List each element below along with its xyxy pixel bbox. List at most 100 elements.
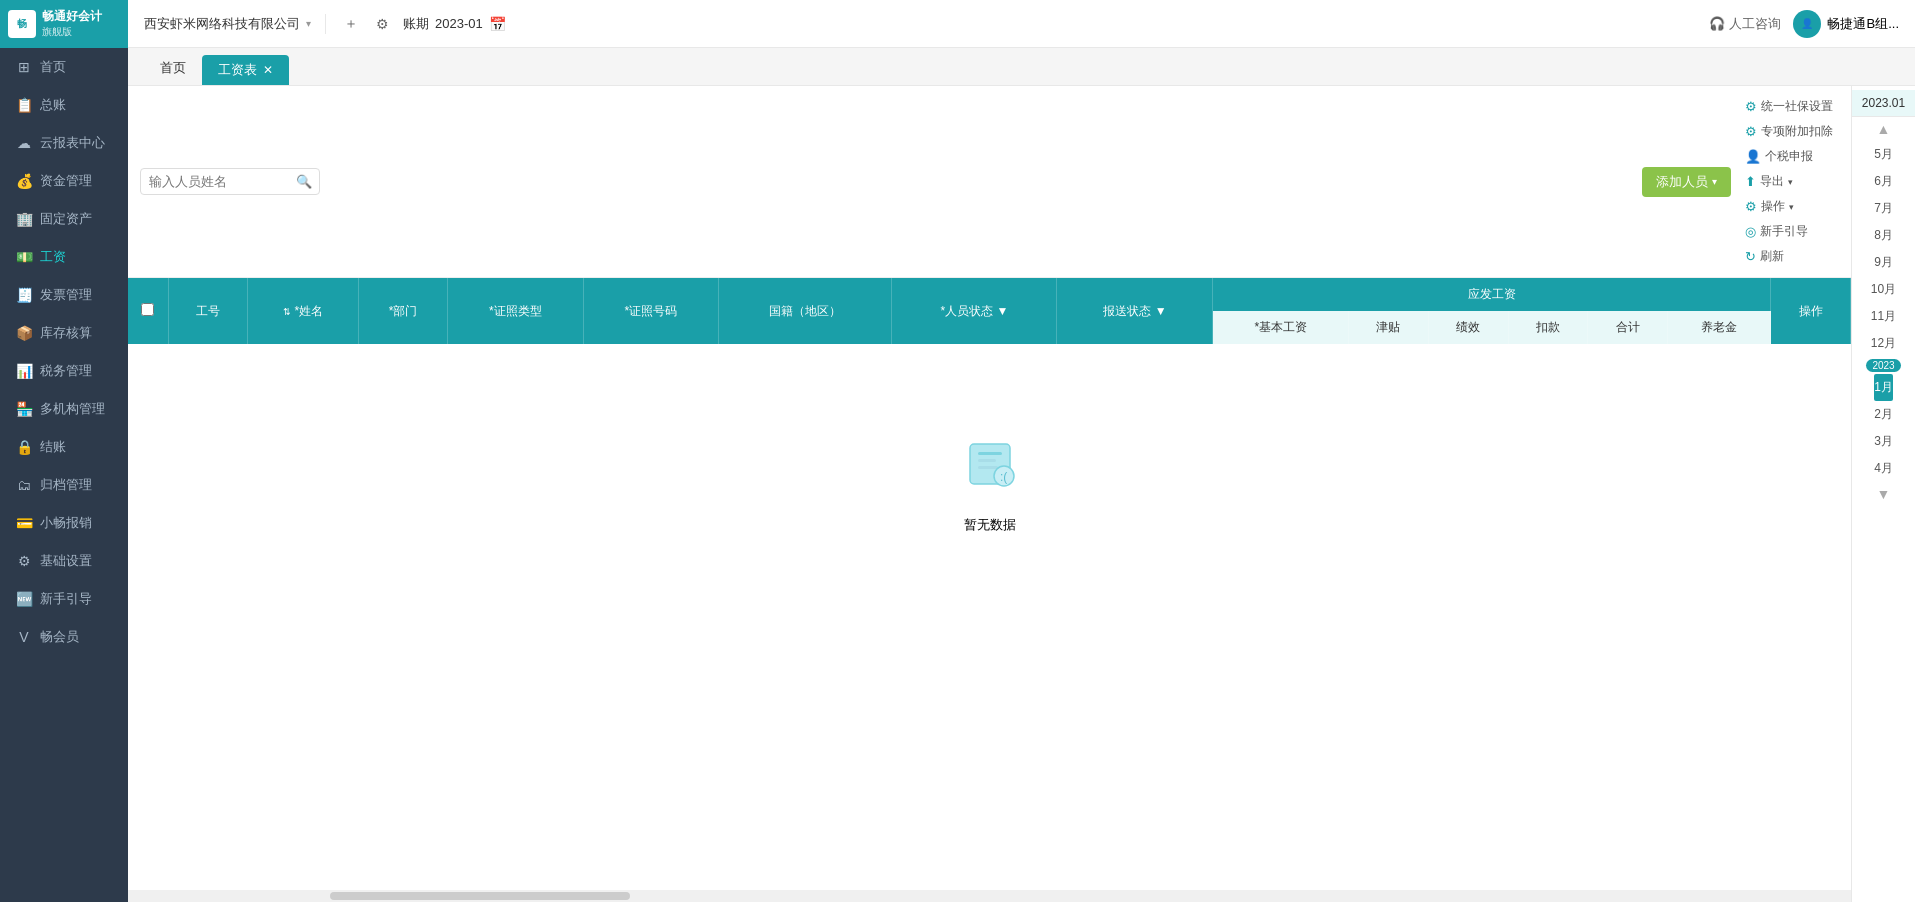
month-curr-4月[interactable]: 4月 <box>1874 455 1893 482</box>
month-prev-10月[interactable]: 10月 <box>1871 276 1896 303</box>
search-input[interactable] <box>140 168 320 195</box>
add-person-button[interactable]: 添加人员 ▾ <box>1642 167 1731 197</box>
ledger-icon: 📋 <box>16 97 32 113</box>
toolbar-action-export[interactable]: ⬆导出▾ <box>1739 169 1839 194</box>
month-curr-1月[interactable]: 1月 <box>1874 374 1893 401</box>
month-prev-5月[interactable]: 5月 <box>1871 141 1896 168</box>
svg-rect-2 <box>978 459 996 462</box>
month-prev-11月[interactable]: 11月 <box>1871 303 1896 330</box>
expense-icon: 💳 <box>16 515 32 531</box>
top-header: 西安虾米网络科技有限公司 ▾ ＋ ⚙ 账期 2023-01 📅 🎧 人工咨询 👤… <box>128 0 1915 48</box>
th-dept: *部门 <box>359 278 448 344</box>
sidebar-item-ledger[interactable]: 📋总账 <box>0 86 128 124</box>
guide-icon: 🆕 <box>16 591 32 607</box>
settings-icon[interactable]: ⚙ <box>372 12 393 36</box>
sidebar-item-payroll[interactable]: 💵工资 <box>0 238 128 276</box>
scrollbar-thumb[interactable] <box>330 892 630 900</box>
add-chevron-icon: ▾ <box>1712 176 1717 187</box>
month-prev-6月[interactable]: 6月 <box>1871 168 1896 195</box>
chevron-operation-icon: ▾ <box>1789 202 1794 212</box>
chevron-export-icon: ▾ <box>1788 177 1793 187</box>
sidebar-label-fixed-assets: 固定资产 <box>40 210 92 228</box>
special-deduct-icon: ⚙ <box>1745 124 1757 139</box>
toolbar-action-refresh[interactable]: ↻刷新 <box>1739 244 1839 269</box>
user-name: 畅捷通B组... <box>1827 15 1899 33</box>
month-curr-3月[interactable]: 3月 <box>1874 428 1893 455</box>
sidebar-item-close[interactable]: 🔒结账 <box>0 428 128 466</box>
tax-icon: 📊 <box>16 363 32 379</box>
tab-home[interactable]: 首页 <box>144 53 202 85</box>
th-cert-type: *证照类型 <box>448 278 584 344</box>
toolbar-actions: 添加人员 ▾ ⚙统一社保设置⚙专项附加扣除👤个税申报⬆导出▾⚙操作▾◎新手引导↻… <box>1642 94 1839 269</box>
user-info[interactable]: 👤 畅捷通B组... <box>1793 10 1899 38</box>
month-prev-8月[interactable]: 8月 <box>1871 222 1896 249</box>
sidebar-label-basic: 基础设置 <box>40 552 92 570</box>
sidebar-item-member[interactable]: V畅会员 <box>0 618 128 656</box>
toolbar-action-special-deduct[interactable]: ⚙ 专项附加扣除 <box>1739 119 1839 144</box>
sidebar-label-multi-org: 多机构管理 <box>40 400 105 418</box>
add-company-icon[interactable]: ＋ <box>340 11 362 37</box>
current-year-months: 1月2月3月4月 <box>1874 374 1893 482</box>
add-person-label: 添加人员 <box>1656 173 1708 191</box>
th-status: *人员状态 ▼ <box>892 278 1057 344</box>
sidebar-item-fixed-assets[interactable]: 🏢 固定资产 <box>0 200 128 238</box>
fixed-assets-icon: 🏢 <box>16 211 32 227</box>
company-selector[interactable]: 西安虾米网络科技有限公司 ▾ <box>144 15 311 33</box>
month-curr-2月[interactable]: 2月 <box>1874 401 1893 428</box>
headset-icon: 🎧 <box>1709 16 1725 31</box>
tab-close-icon[interactable]: ✕ <box>263 63 273 77</box>
main-area: 西安虾米网络科技有限公司 ▾ ＋ ⚙ 账期 2023-01 📅 🎧 人工咨询 👤… <box>128 0 1915 902</box>
month-prev-9月[interactable]: 9月 <box>1871 249 1896 276</box>
special-deduct-label: 专项附加扣除 <box>1761 123 1833 140</box>
period-value: 2023-01 <box>435 16 483 31</box>
toolbar-action-operation[interactable]: ⚙操作▾ <box>1739 194 1839 219</box>
sidebar-item-fund[interactable]: 💰资金管理 <box>0 162 128 200</box>
support-button[interactable]: 🎧 人工咨询 <box>1709 15 1781 33</box>
th-base-salary: *基本工资 <box>1213 311 1349 344</box>
basic-icon: ⚙ <box>16 553 32 569</box>
calendar-icon[interactable]: 📅 <box>489 16 506 32</box>
app-logo: 畅 畅通好会计 旗舰版 <box>0 0 128 48</box>
sidebar-item-invoice[interactable]: 🧾发票管理 <box>0 276 128 314</box>
th-num: 工号 <box>168 278 248 344</box>
operation-icon: ⚙ <box>1745 199 1757 214</box>
horizontal-scrollbar[interactable] <box>128 890 1851 902</box>
th-allowance: 津贴 <box>1349 311 1429 344</box>
toolbar-action-social-insurance[interactable]: ⚙统一社保设置 <box>1739 94 1839 119</box>
sidebar-item-home[interactable]: ⊞首页 <box>0 48 128 86</box>
toolbar-action-guide[interactable]: ◎新手引导 <box>1739 219 1839 244</box>
tax-report-label: 个税申报 <box>1765 148 1813 165</box>
sidebar-item-tax[interactable]: 📊 税务管理 <box>0 352 128 390</box>
select-all-checkbox[interactable] <box>141 303 154 316</box>
date-nav-up-icon[interactable]: ▲ <box>1852 117 1915 141</box>
prev-year-months: 5月6月7月8月9月10月11月12月 <box>1871 141 1896 357</box>
logo-text: 畅通好会计 旗舰版 <box>42 9 102 39</box>
month-prev-12月[interactable]: 12月 <box>1871 330 1896 357</box>
toolbar-action-tax-report[interactable]: 👤个税申报 <box>1739 144 1839 169</box>
sidebar: 畅 畅通好会计 旗舰版 ⊞首页📋总账☁云报表中心💰资金管理 🏢 固定资产 💵工资🧾发票… <box>0 0 128 902</box>
company-name: 西安虾米网络科技有限公司 <box>144 15 300 33</box>
th-total: 合计 <box>1588 311 1668 344</box>
sidebar-label-fund: 资金管理 <box>40 172 92 190</box>
sidebar-item-guide[interactable]: 🆕新手引导 <box>0 580 128 618</box>
export-icon: ⬆ <box>1745 174 1756 189</box>
sidebar-item-expense[interactable]: 💳 小畅报销 <box>0 504 128 542</box>
date-nav-down-icon[interactable]: ▼ <box>1852 482 1915 506</box>
th-checkbox[interactable] <box>128 278 168 344</box>
logo-subtitle: 旗舰版 <box>42 25 102 39</box>
sidebar-item-basic[interactable]: ⚙ 基础设置 <box>0 542 128 580</box>
sidebar-item-archive[interactable]: 🗂归档管理 <box>0 466 128 504</box>
sidebar-label-tax: 税务管理 <box>40 362 92 380</box>
sidebar-label-invoice: 发票管理 <box>40 286 92 304</box>
sidebar-item-multi-org[interactable]: 🏪多机构管理 <box>0 390 128 428</box>
user-avatar: 👤 <box>1793 10 1821 38</box>
sidebar-item-inventory[interactable]: 📦库存核算 <box>0 314 128 352</box>
sidebar-item-cloud-report[interactable]: ☁云报表中心 <box>0 124 128 162</box>
sidebar-label-archive: 归档管理 <box>40 476 92 494</box>
search-icon: 🔍 <box>296 174 312 189</box>
tab-payroll-table[interactable]: 工资表 ✕ <box>202 55 289 85</box>
sidebar-label-expense: 小畅报销 <box>40 514 92 532</box>
month-prev-7月[interactable]: 7月 <box>1871 195 1896 222</box>
svg-rect-1 <box>978 452 1002 455</box>
social-insurance-label: 统一社保设置 <box>1761 98 1833 115</box>
